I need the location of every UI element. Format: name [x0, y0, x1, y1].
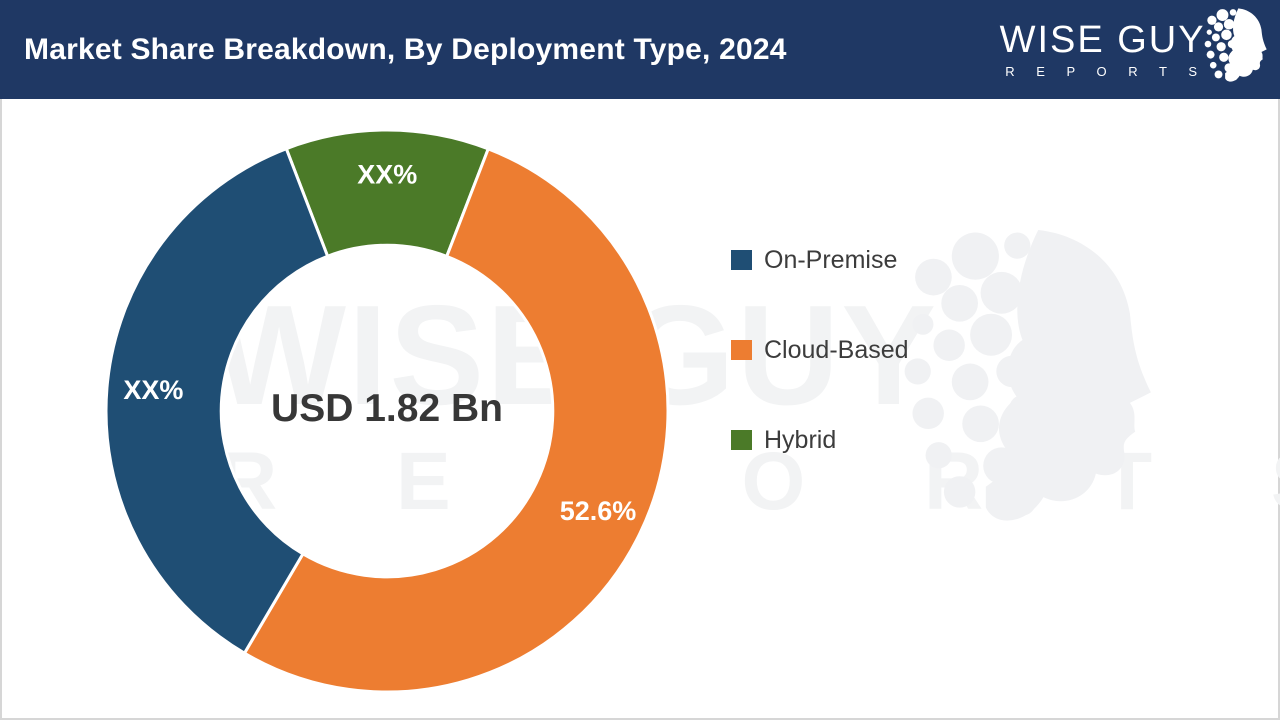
- chart-center-value: USD 1.82 Bn: [271, 387, 503, 430]
- legend-label-cloud-based: Cloud-Based: [764, 335, 909, 364]
- brand-logo: WISE GUY R E P O R T S: [999, 7, 1270, 93]
- segment-value-label: 52.6%: [560, 496, 637, 526]
- brand-face-icon: [1204, 7, 1267, 82]
- watermark-face-icon: [904, 229, 1151, 521]
- segment-value-label: XX%: [123, 375, 183, 405]
- legend-item-cloud-based: Cloud-Based: [731, 337, 909, 363]
- legend-label-on-premise: On-Premise: [764, 245, 898, 274]
- legend-swatch-hybrid: [731, 430, 752, 450]
- legend-item-on-premise: On-Premise: [731, 247, 909, 273]
- segment-value-label: XX%: [357, 160, 417, 190]
- legend-label-hybrid: Hybrid: [764, 425, 837, 454]
- chart-legend: On-Premise Cloud-Based Hybrid: [731, 247, 909, 517]
- page-title: Market Share Breakdown, By Deployment Ty…: [24, 32, 787, 66]
- legend-swatch-cloud-based: [731, 340, 752, 360]
- brand-subname: R E P O R T S: [1005, 64, 1206, 79]
- legend-swatch-on-premise: [731, 250, 752, 270]
- brand-name: WISE GUY: [999, 19, 1206, 61]
- brand-logo-text: WISE GUY R E P O R T S: [999, 21, 1206, 78]
- legend-item-hybrid: Hybrid: [731, 427, 909, 453]
- chart-area: WISE GUY R E P O R T S XX% 52.6% XX% USD 1…: [0, 99, 1280, 720]
- infographic-root: Market Share Breakdown, By Deployment Ty…: [0, 0, 1280, 720]
- header: Market Share Breakdown, By Deployment Ty…: [0, 0, 1280, 99]
